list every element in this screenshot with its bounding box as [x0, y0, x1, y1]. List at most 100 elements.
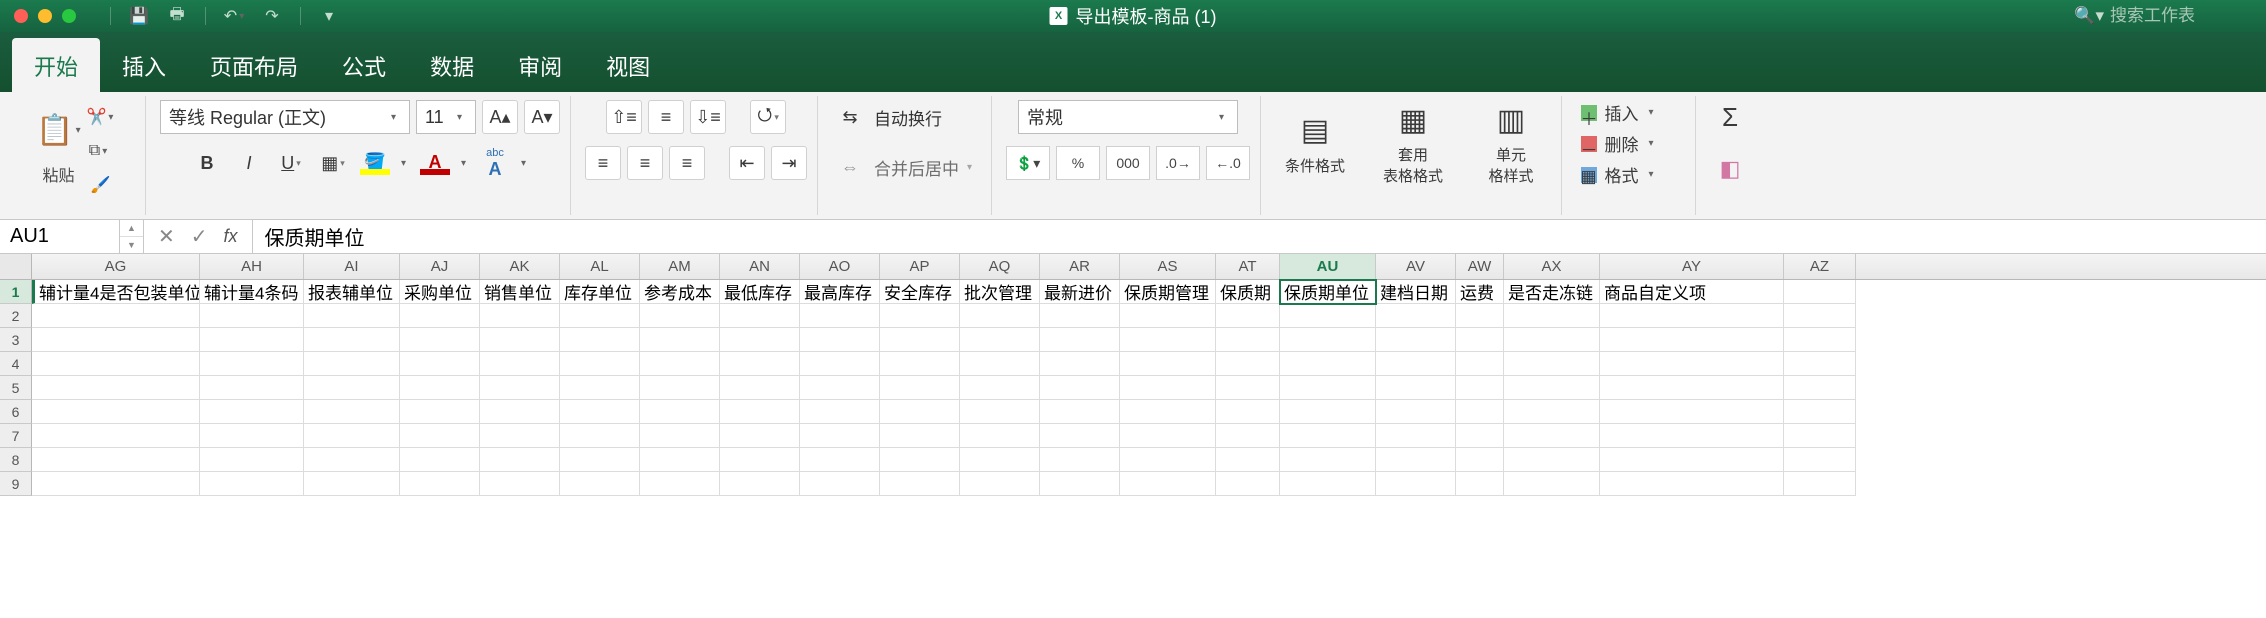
cell[interactable]	[1784, 424, 1856, 448]
cell[interactable]	[1600, 376, 1784, 400]
cell-styles-button[interactable]: ▥单元 格样式	[1471, 100, 1551, 186]
tab-公式[interactable]: 公式	[320, 38, 408, 92]
cell[interactable]	[1376, 400, 1456, 424]
cell[interactable]	[1120, 328, 1216, 352]
row-header[interactable]: 9	[0, 472, 32, 496]
cell[interactable]	[1456, 400, 1504, 424]
column-header-AV[interactable]: AV	[1376, 254, 1456, 279]
cell[interactable]	[640, 424, 720, 448]
cell[interactable]	[480, 304, 560, 328]
cell[interactable]	[560, 376, 640, 400]
cell[interactable]	[960, 424, 1040, 448]
cancel-formula-icon[interactable]: ✕	[158, 224, 175, 249]
cell[interactable]	[304, 472, 400, 496]
cell[interactable]	[960, 448, 1040, 472]
cell[interactable]	[960, 352, 1040, 376]
cell[interactable]	[880, 424, 960, 448]
undo-icon[interactable]: ↶▾	[224, 6, 244, 26]
print-icon[interactable]: 🖶	[167, 6, 187, 26]
cell[interactable]	[960, 328, 1040, 352]
zoom-icon[interactable]	[62, 9, 76, 23]
row-header[interactable]: 3	[0, 328, 32, 352]
cell[interactable]	[1600, 352, 1784, 376]
cell[interactable]	[400, 352, 480, 376]
cell[interactable]	[880, 352, 960, 376]
cell[interactable]	[1376, 352, 1456, 376]
cell[interactable]	[1280, 472, 1376, 496]
column-header-AO[interactable]: AO	[800, 254, 880, 279]
cell[interactable]	[1280, 328, 1376, 352]
cell[interactable]	[1600, 424, 1784, 448]
name-box[interactable]: AU1	[0, 220, 120, 253]
increase-indent-icon[interactable]: ⇥	[771, 146, 807, 180]
cell[interactable]	[480, 448, 560, 472]
cell[interactable]: 参考成本	[640, 280, 720, 304]
cell[interactable]	[720, 400, 800, 424]
cell[interactable]	[800, 448, 880, 472]
spreadsheet-grid[interactable]: AGAHAIAJAKALAMANAOAPAQARASATAUAVAWAXAYAZ…	[0, 254, 2266, 496]
cell[interactable]	[1504, 304, 1600, 328]
cell[interactable]	[1376, 376, 1456, 400]
cell[interactable]	[1504, 424, 1600, 448]
column-header-AH[interactable]: AH	[200, 254, 304, 279]
cell[interactable]	[1040, 376, 1120, 400]
cell[interactable]	[720, 304, 800, 328]
cell[interactable]	[304, 376, 400, 400]
cell[interactable]	[800, 424, 880, 448]
cell[interactable]	[200, 304, 304, 328]
align-middle-icon[interactable]: ≡	[648, 100, 684, 134]
cell[interactable]: 商品自定义项	[1600, 280, 1784, 304]
tab-开始[interactable]: 开始	[12, 38, 100, 92]
cell[interactable]	[480, 400, 560, 424]
cell[interactable]	[1216, 448, 1280, 472]
column-header-AY[interactable]: AY	[1600, 254, 1784, 279]
name-box-stepper[interactable]: ▲▼	[120, 220, 144, 253]
format-cells-button[interactable]: ▦格式▾	[1581, 162, 1681, 187]
minimize-icon[interactable]	[38, 9, 52, 23]
cell[interactable]	[304, 400, 400, 424]
row-header[interactable]: 5	[0, 376, 32, 400]
cell[interactable]	[1280, 424, 1376, 448]
column-header-AL[interactable]: AL	[560, 254, 640, 279]
border-button[interactable]: ▦▾	[315, 146, 351, 180]
cell[interactable]	[1456, 472, 1504, 496]
column-header-AR[interactable]: AR	[1040, 254, 1120, 279]
cell[interactable]: 是否走冻链	[1504, 280, 1600, 304]
cell[interactable]	[1120, 472, 1216, 496]
cell[interactable]	[1120, 424, 1216, 448]
cell[interactable]	[1600, 472, 1784, 496]
wrap-text-icon[interactable]: ⇆	[832, 100, 868, 134]
column-header-AS[interactable]: AS	[1120, 254, 1216, 279]
cell[interactable]	[1600, 328, 1784, 352]
cell[interactable]	[560, 424, 640, 448]
cell[interactable]	[1456, 328, 1504, 352]
cell[interactable]	[640, 352, 720, 376]
insert-cells-button[interactable]: ＋插入▾	[1581, 100, 1681, 125]
cell[interactable]: 采购单位	[400, 280, 480, 304]
cell[interactable]	[960, 400, 1040, 424]
cell[interactable]	[1784, 400, 1856, 424]
column-header-AW[interactable]: AW	[1456, 254, 1504, 279]
formula-input[interactable]: 保质期单位	[253, 222, 377, 251]
cell[interactable]	[640, 400, 720, 424]
merge-cells-label[interactable]: 合并后居中	[874, 155, 959, 180]
cell[interactable]	[720, 352, 800, 376]
cell[interactable]	[880, 400, 960, 424]
align-right-icon[interactable]: ≡	[669, 146, 705, 180]
cell[interactable]	[1784, 304, 1856, 328]
cell[interactable]: 最高库存	[800, 280, 880, 304]
cell[interactable]	[1456, 376, 1504, 400]
cell[interactable]	[304, 328, 400, 352]
phonetic-button[interactable]: abcA	[477, 146, 513, 180]
tab-页面布局[interactable]: 页面布局	[188, 38, 320, 92]
cell[interactable]	[960, 472, 1040, 496]
underline-button[interactable]: U▾	[273, 146, 309, 180]
cut-icon[interactable]: ✂️▾	[87, 104, 115, 130]
bold-button[interactable]: B	[189, 146, 225, 180]
cell[interactable]	[720, 424, 800, 448]
column-header-AU[interactable]: AU	[1280, 254, 1376, 279]
cell[interactable]	[480, 376, 560, 400]
cell[interactable]	[640, 376, 720, 400]
decrease-indent-icon[interactable]: ⇤	[729, 146, 765, 180]
cell[interactable]	[1280, 304, 1376, 328]
